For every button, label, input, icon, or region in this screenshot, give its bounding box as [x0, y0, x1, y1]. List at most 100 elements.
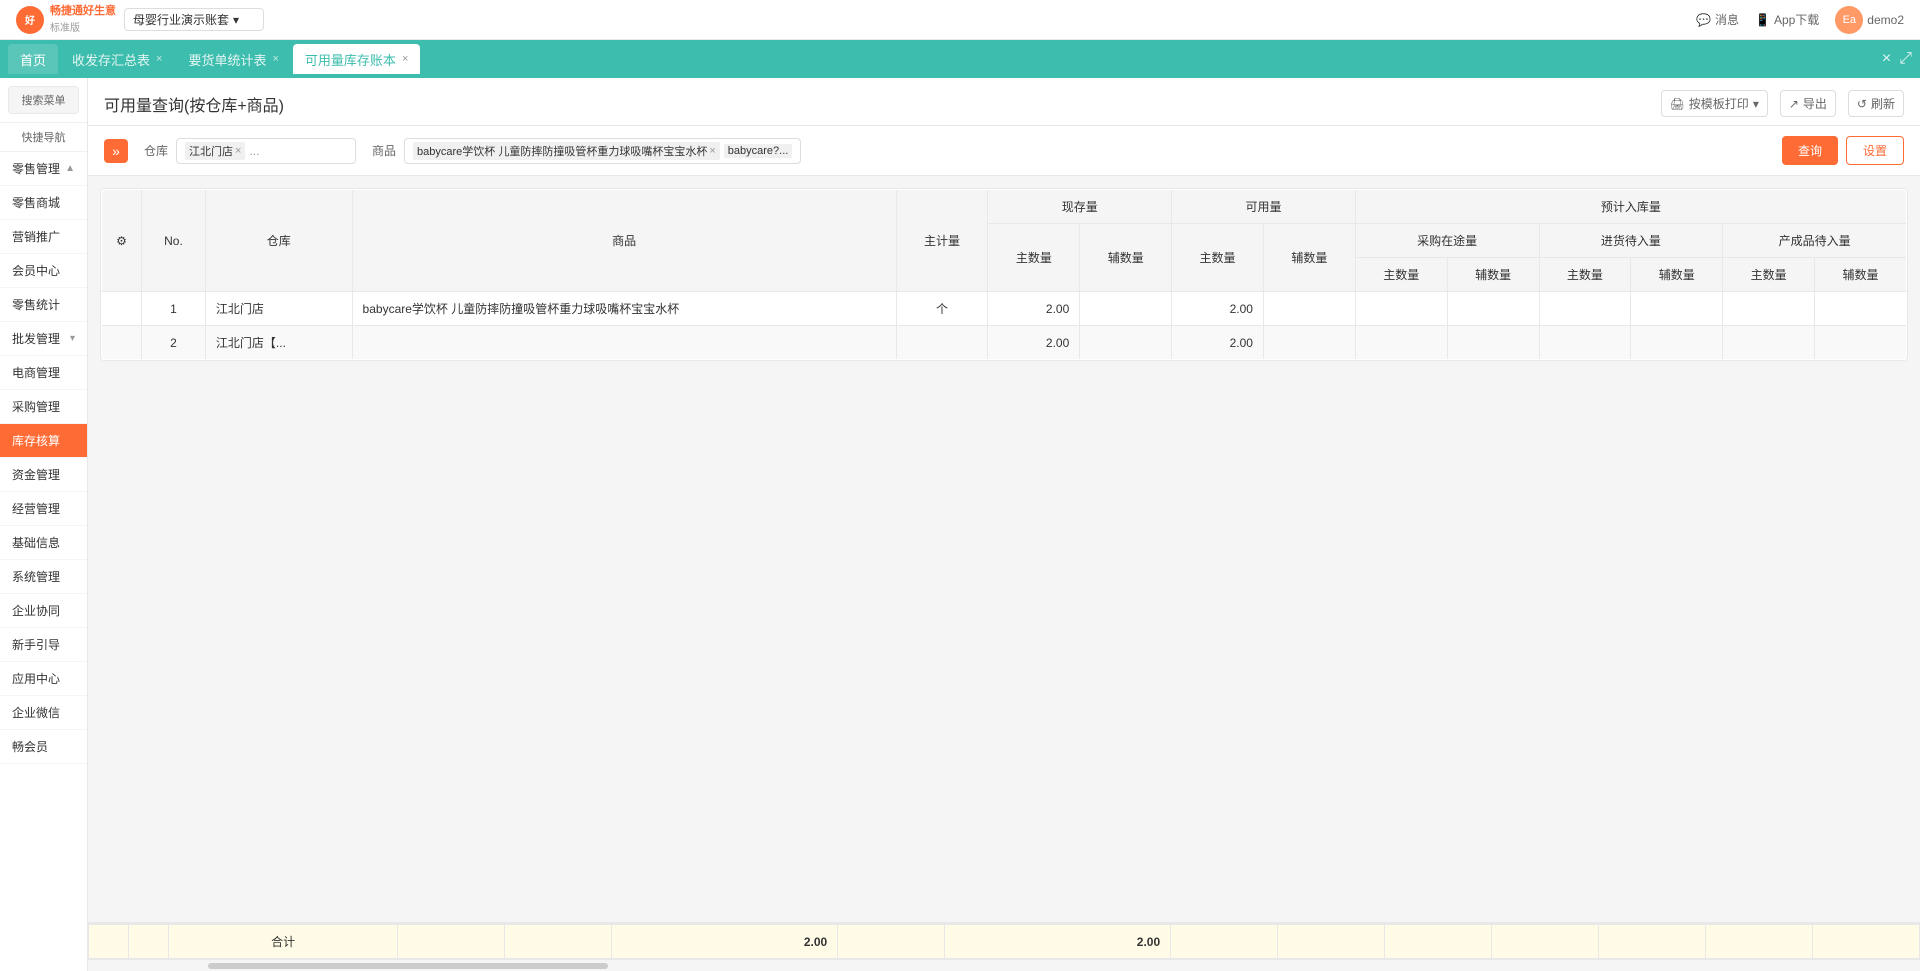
tab-available-inventory[interactable]: 可用量库存账本 ×	[293, 44, 420, 74]
sidebar-item-ecom-mgmt[interactable]: 电商管理	[0, 356, 87, 390]
goods-main-cell	[1539, 326, 1631, 360]
nav-tabs: 首页 收发存汇总表 × 要货单统计表 × 可用量库存账本 × × ⤢	[0, 40, 1920, 78]
top-bar: 好 畅捷通好生意 标准版 母婴行业演示账套 ▾ 💬 消息 📱 App下载 Ea …	[0, 0, 1920, 40]
avatar: Ea	[1835, 6, 1863, 34]
sidebar-item-enterprise-wechat[interactable]: 企业微信	[0, 696, 87, 730]
sidebar-item-app-center[interactable]: 应用中心	[0, 662, 87, 696]
product-tag2: babycare?...	[724, 144, 793, 158]
sidebar-item-member-center[interactable]: 会员中心	[0, 254, 87, 288]
footer-empty1	[89, 925, 129, 959]
available-main-header: 主数量	[1172, 224, 1264, 292]
sidebar-item-label: 企业微信	[12, 704, 60, 721]
sidebar-item-system-mgmt[interactable]: 系统管理	[0, 560, 87, 594]
tab-home[interactable]: 首页	[8, 44, 58, 74]
search-menu-btn[interactable]: 搜索菜单	[8, 86, 79, 114]
warehouse-remove-btn[interactable]: ×	[235, 145, 241, 157]
goods-main-header: 主数量	[1539, 258, 1631, 292]
sidebar-item-label: 畅会员	[12, 738, 48, 755]
footer-available-main: 2.00	[945, 925, 1171, 959]
horizontal-scrollbar[interactable]	[88, 959, 1920, 971]
stock-main-cell: 2.00	[988, 326, 1080, 360]
sidebar-item-marketing[interactable]: 营销推广	[0, 220, 87, 254]
product-filter-group: 商品 babycare学饮杯 儿童防摔防撞吸管杯重力球吸嘴杯宝宝水杯 × bab…	[372, 138, 801, 164]
sidebar-item-retail-stats[interactable]: 零售统计	[0, 288, 87, 322]
sidebar-item-purchase-mgmt[interactable]: 采购管理	[0, 390, 87, 424]
warehouse-input[interactable]: 江北门店 × ...	[176, 138, 356, 164]
message-label: 消息	[1715, 11, 1739, 28]
footer-available-aux	[1171, 925, 1278, 959]
sidebar-item-wholesale-mgmt[interactable]: 批发管理 ▾	[0, 322, 87, 356]
stock-aux-cell	[1080, 326, 1172, 360]
product-label: 商品	[372, 142, 396, 159]
quick-nav-btn[interactable]: 快捷导航	[0, 123, 87, 152]
product-in-group-header: 产成品待入量	[1723, 224, 1907, 258]
sidebar-item-new-guide[interactable]: 新手引导	[0, 628, 87, 662]
main-unit-col-header: 主计量	[896, 190, 988, 292]
tab-requisition[interactable]: 要货单统计表 ×	[176, 44, 290, 74]
product-tag1: babycare学饮杯 儿童防摔防撞吸管杯重力球吸嘴杯宝宝水杯 ×	[413, 142, 720, 160]
product-tag1-value: babycare学饮杯 儿童防摔防撞吸管杯重力球吸嘴杯宝宝水杯	[417, 143, 707, 159]
top-bar-right: 💬 消息 📱 App下载 Ea demo2	[1696, 6, 1904, 34]
stock-group-header: 现存量	[988, 190, 1172, 224]
sidebar-item-member[interactable]: 畅会员	[0, 730, 87, 764]
top-bar-left: 好 畅捷通好生意 标准版 母婴行业演示账套 ▾	[16, 5, 264, 33]
table-wrapper: ⚙ No. 仓库 商品 主计量 现存量 可用量 预计入库量 主数量 辅数量	[100, 188, 1908, 361]
goods-aux-cell	[1631, 292, 1723, 326]
query-button[interactable]: 查询	[1782, 136, 1838, 165]
filter-expand-btn[interactable]: »	[104, 139, 128, 163]
sidebar-item-label: 批发管理	[12, 330, 60, 347]
chevron-up-icon: ▲	[65, 163, 75, 174]
export-btn[interactable]: ↗ 导出	[1780, 90, 1836, 117]
sidebar-item-retail-mall[interactable]: 零售商城	[0, 186, 87, 220]
available-aux-cell	[1263, 292, 1355, 326]
user-area[interactable]: Ea demo2	[1835, 6, 1904, 34]
sidebar-item-label: 新手引导	[12, 636, 60, 653]
product-input[interactable]: babycare学饮杯 儿童防摔防撞吸管杯重力球吸嘴杯宝宝水杯 × babyca…	[404, 138, 801, 164]
sidebar-item-label: 零售统计	[12, 296, 60, 313]
main-unit-cell: 个	[896, 292, 988, 326]
sidebar-item-label: 营销推广	[12, 228, 60, 245]
warehouse-more-btn[interactable]: ...	[249, 144, 259, 158]
warehouse-cell: 江北门店【...	[205, 326, 352, 360]
scrollbar-thumb[interactable]	[208, 963, 608, 969]
setting-button[interactable]: 设置	[1846, 136, 1904, 165]
tab-close-btn[interactable]: ×	[402, 53, 408, 65]
product-col-header: 商品	[352, 190, 896, 292]
close-all-btn[interactable]: ×	[1882, 50, 1891, 68]
sidebar-item-label: 零售管理	[12, 160, 60, 177]
settings-cell	[102, 292, 142, 326]
purchase-main-header: 主数量	[1355, 258, 1447, 292]
industry-label: 母婴行业演示账套	[133, 11, 229, 28]
nav-tabs-right: × ⤢	[1882, 50, 1912, 68]
stock-main-cell: 2.00	[988, 292, 1080, 326]
product-remove-btn1[interactable]: ×	[709, 145, 715, 157]
tab-receivables[interactable]: 收发存汇总表 ×	[60, 44, 174, 74]
maximize-btn[interactable]: ⤢	[1899, 50, 1912, 68]
footer-p4	[1599, 925, 1706, 959]
warehouse-label: 仓库	[144, 142, 168, 159]
available-main-cell: 2.00	[1172, 326, 1264, 360]
message-btn[interactable]: 💬 消息	[1696, 11, 1739, 28]
app-download-btn[interactable]: 📱 App下载	[1755, 11, 1819, 28]
industry-select[interactable]: 母婴行业演示账套 ▾	[124, 8, 264, 31]
footer-stock-main: 2.00	[612, 925, 838, 959]
sidebar-item-enterprise-coop[interactable]: 企业协同	[0, 594, 87, 628]
sidebar-item-retail-mgmt[interactable]: 零售管理 ▲	[0, 152, 87, 186]
tab-close-btn[interactable]: ×	[272, 53, 278, 65]
refresh-btn[interactable]: ↺ 刷新	[1848, 90, 1904, 117]
sidebar-item-finance-mgmt[interactable]: 资金管理	[0, 458, 87, 492]
sidebar-item-inventory-mgmt[interactable]: 库存核算	[0, 424, 87, 458]
available-aux-header: 辅数量	[1263, 224, 1355, 292]
sidebar-item-label: 零售商城	[12, 194, 60, 211]
product-aux-header: 辅数量	[1815, 258, 1907, 292]
tab-label: 要货单统计表	[188, 50, 266, 69]
print-btn[interactable]: 🖨 按模板打印 ▾	[1661, 90, 1768, 117]
footer-p6	[1812, 925, 1919, 959]
footer-label: 合计	[271, 935, 295, 949]
tab-close-btn[interactable]: ×	[156, 53, 162, 65]
tab-label: 可用量库存账本	[305, 50, 396, 69]
available-aux-cell	[1263, 326, 1355, 360]
goods-in-group-header: 进货待入量	[1539, 224, 1723, 258]
sidebar-item-ops-mgmt[interactable]: 经营管理	[0, 492, 87, 526]
sidebar-item-basic-info[interactable]: 基础信息	[0, 526, 87, 560]
